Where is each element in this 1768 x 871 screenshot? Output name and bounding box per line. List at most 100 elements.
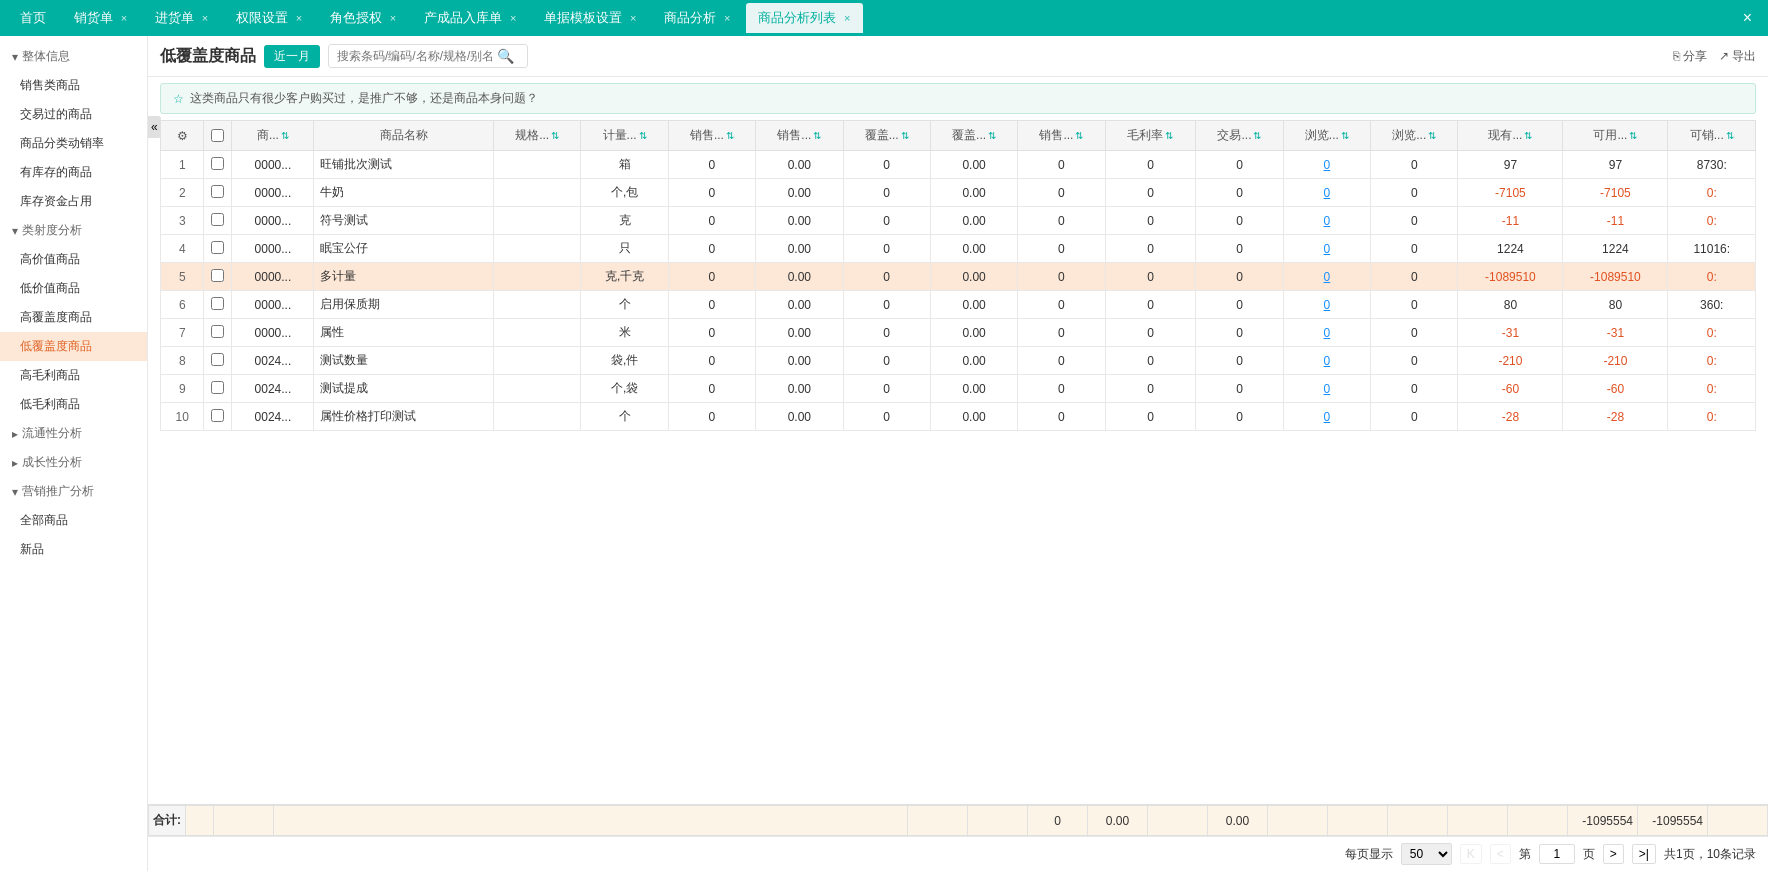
row-sellable: 0:: [1668, 179, 1756, 207]
col-sales-qty[interactable]: 销售...⇅: [668, 121, 755, 151]
sidebar-item-in-stock[interactable]: 有库存的商品: [0, 158, 147, 187]
col-sales-amt[interactable]: 销售...⇅: [756, 121, 843, 151]
nav-permission-close[interactable]: ×: [296, 12, 302, 24]
row-checkbox[interactable]: [211, 213, 224, 226]
last-page-button[interactable]: >|: [1632, 844, 1656, 864]
sidebar-item-sales-goods[interactable]: 销售类商品: [0, 71, 147, 100]
row-checkbox-cell[interactable]: [204, 235, 232, 263]
nav-role-close[interactable]: ×: [390, 12, 396, 24]
nav-production-close[interactable]: ×: [510, 12, 516, 24]
nav-production[interactable]: 产成品入库单 ×: [412, 3, 528, 33]
sidebar-item-high-value[interactable]: 高价值商品: [0, 245, 147, 274]
nav-sales[interactable]: 销货单 ×: [62, 3, 139, 33]
per-page-select[interactable]: 50 20 100: [1401, 843, 1452, 865]
sidebar-item-low-profit[interactable]: 低毛利商品: [0, 390, 147, 419]
nav-goods-analysis[interactable]: 商品分析 ×: [652, 3, 742, 33]
row-browse1[interactable]: 0: [1283, 319, 1370, 347]
col-settings[interactable]: ⚙: [161, 121, 204, 151]
col-browse1[interactable]: 浏览...⇅: [1283, 121, 1370, 151]
row-checkbox[interactable]: [211, 269, 224, 282]
search-box[interactable]: 🔍: [328, 44, 528, 68]
row-browse1[interactable]: 0: [1283, 207, 1370, 235]
share-button[interactable]: ⎘ 分享: [1673, 48, 1707, 65]
row-browse1[interactable]: 0: [1283, 179, 1370, 207]
row-checkbox-cell[interactable]: [204, 403, 232, 431]
first-page-button[interactable]: K: [1460, 844, 1482, 864]
sidebar-group-overall[interactable]: ▾ 整体信息: [0, 42, 147, 71]
row-checkbox-cell[interactable]: [204, 291, 232, 319]
search-input[interactable]: [337, 49, 497, 63]
row-checkbox-cell[interactable]: [204, 319, 232, 347]
col-sales-days[interactable]: 销售...⇅: [1018, 121, 1105, 151]
row-checkbox[interactable]: [211, 241, 224, 254]
nav-purchase[interactable]: 进货单 ×: [143, 3, 220, 33]
export-button[interactable]: ↗ 导出: [1719, 48, 1756, 65]
col-stock[interactable]: 现有...⇅: [1458, 121, 1563, 151]
row-browse1[interactable]: 0: [1283, 235, 1370, 263]
row-browse1[interactable]: 0: [1283, 291, 1370, 319]
nav-home[interactable]: 首页: [8, 3, 58, 33]
col-checkbox[interactable]: [204, 121, 232, 151]
col-available[interactable]: 可用...⇅: [1563, 121, 1668, 151]
row-checkbox[interactable]: [211, 409, 224, 422]
col-gross-rate[interactable]: 毛利率⇅: [1105, 121, 1196, 151]
nav-goods-list-close[interactable]: ×: [844, 12, 850, 24]
row-browse1[interactable]: 0: [1283, 403, 1370, 431]
period-button[interactable]: 近一月: [264, 45, 320, 68]
nav-template-close[interactable]: ×: [630, 12, 636, 24]
col-code[interactable]: 商...⇅: [232, 121, 314, 151]
sidebar-item-high-coverage[interactable]: 高覆盖度商品: [0, 303, 147, 332]
row-checkbox[interactable]: [211, 157, 224, 170]
col-sellable[interactable]: 可销...⇅: [1668, 121, 1756, 151]
row-checkbox[interactable]: [211, 353, 224, 366]
col-unit[interactable]: 计量...⇅: [581, 121, 668, 151]
prev-page-button[interactable]: <: [1490, 844, 1511, 864]
col-browse2[interactable]: 浏览...⇅: [1371, 121, 1458, 151]
col-cov2[interactable]: 覆盖...⇅: [930, 121, 1017, 151]
row-checkbox-cell[interactable]: [204, 179, 232, 207]
row-browse1[interactable]: 0: [1283, 375, 1370, 403]
row-checkbox-cell[interactable]: [204, 375, 232, 403]
sidebar-group-coverage[interactable]: ▾ 类射度分析: [0, 216, 147, 245]
nav-permission[interactable]: 权限设置 ×: [224, 3, 314, 33]
sidebar-group-marketing[interactable]: ▾ 营销推广分析: [0, 477, 147, 506]
select-all-checkbox[interactable]: [211, 129, 224, 142]
search-icon[interactable]: 🔍: [497, 48, 514, 64]
row-checkbox-cell[interactable]: [204, 263, 232, 291]
nav-role[interactable]: 角色授权 ×: [318, 3, 408, 33]
sidebar-item-capital[interactable]: 库存资金占用: [0, 187, 147, 216]
sidebar-collapse-button[interactable]: «: [148, 116, 161, 138]
info-banner: ☆ 这类商品只有很少客户购买过，是推广不够，还是商品本身问题？: [160, 83, 1756, 114]
sidebar-group-flow[interactable]: ▸ 流通性分析: [0, 419, 147, 448]
row-checkbox-cell[interactable]: [204, 207, 232, 235]
next-page-button[interactable]: >: [1603, 844, 1624, 864]
nav-purchase-close[interactable]: ×: [202, 12, 208, 24]
nav-sales-close[interactable]: ×: [121, 12, 127, 24]
sidebar-item-category-rate[interactable]: 商品分类动销率: [0, 129, 147, 158]
row-checkbox-cell[interactable]: [204, 347, 232, 375]
row-checkbox[interactable]: [211, 185, 224, 198]
row-browse1[interactable]: 0: [1283, 263, 1370, 291]
page-input[interactable]: [1539, 844, 1575, 864]
row-checkbox[interactable]: [211, 381, 224, 394]
nav-goods-analysis-list[interactable]: 商品分析列表 ×: [746, 3, 862, 33]
row-browse1[interactable]: 0: [1283, 347, 1370, 375]
col-cov1[interactable]: 覆盖...⇅: [843, 121, 930, 151]
nav-template[interactable]: 单据模板设置 ×: [532, 3, 648, 33]
sidebar-item-all-goods[interactable]: 全部商品: [0, 506, 147, 535]
sidebar-item-high-profit[interactable]: 高毛利商品: [0, 361, 147, 390]
sidebar-item-traded-goods[interactable]: 交易过的商品: [0, 100, 147, 129]
close-all-tabs[interactable]: ×: [1735, 5, 1760, 31]
row-checkbox-cell[interactable]: [204, 151, 232, 179]
col-spec[interactable]: 规格...⇅: [494, 121, 581, 151]
row-checkbox[interactable]: [211, 325, 224, 338]
nav-goods-analysis-close[interactable]: ×: [724, 12, 730, 24]
row-index: 5: [161, 263, 204, 291]
row-browse1[interactable]: 0: [1283, 151, 1370, 179]
sidebar-item-new-goods[interactable]: 新品: [0, 535, 147, 564]
sidebar-group-growth[interactable]: ▸ 成长性分析: [0, 448, 147, 477]
sidebar-item-low-value[interactable]: 低价值商品: [0, 274, 147, 303]
row-checkbox[interactable]: [211, 297, 224, 310]
sidebar-item-low-coverage[interactable]: 低覆盖度商品: [0, 332, 147, 361]
col-trans[interactable]: 交易...⇅: [1196, 121, 1283, 151]
